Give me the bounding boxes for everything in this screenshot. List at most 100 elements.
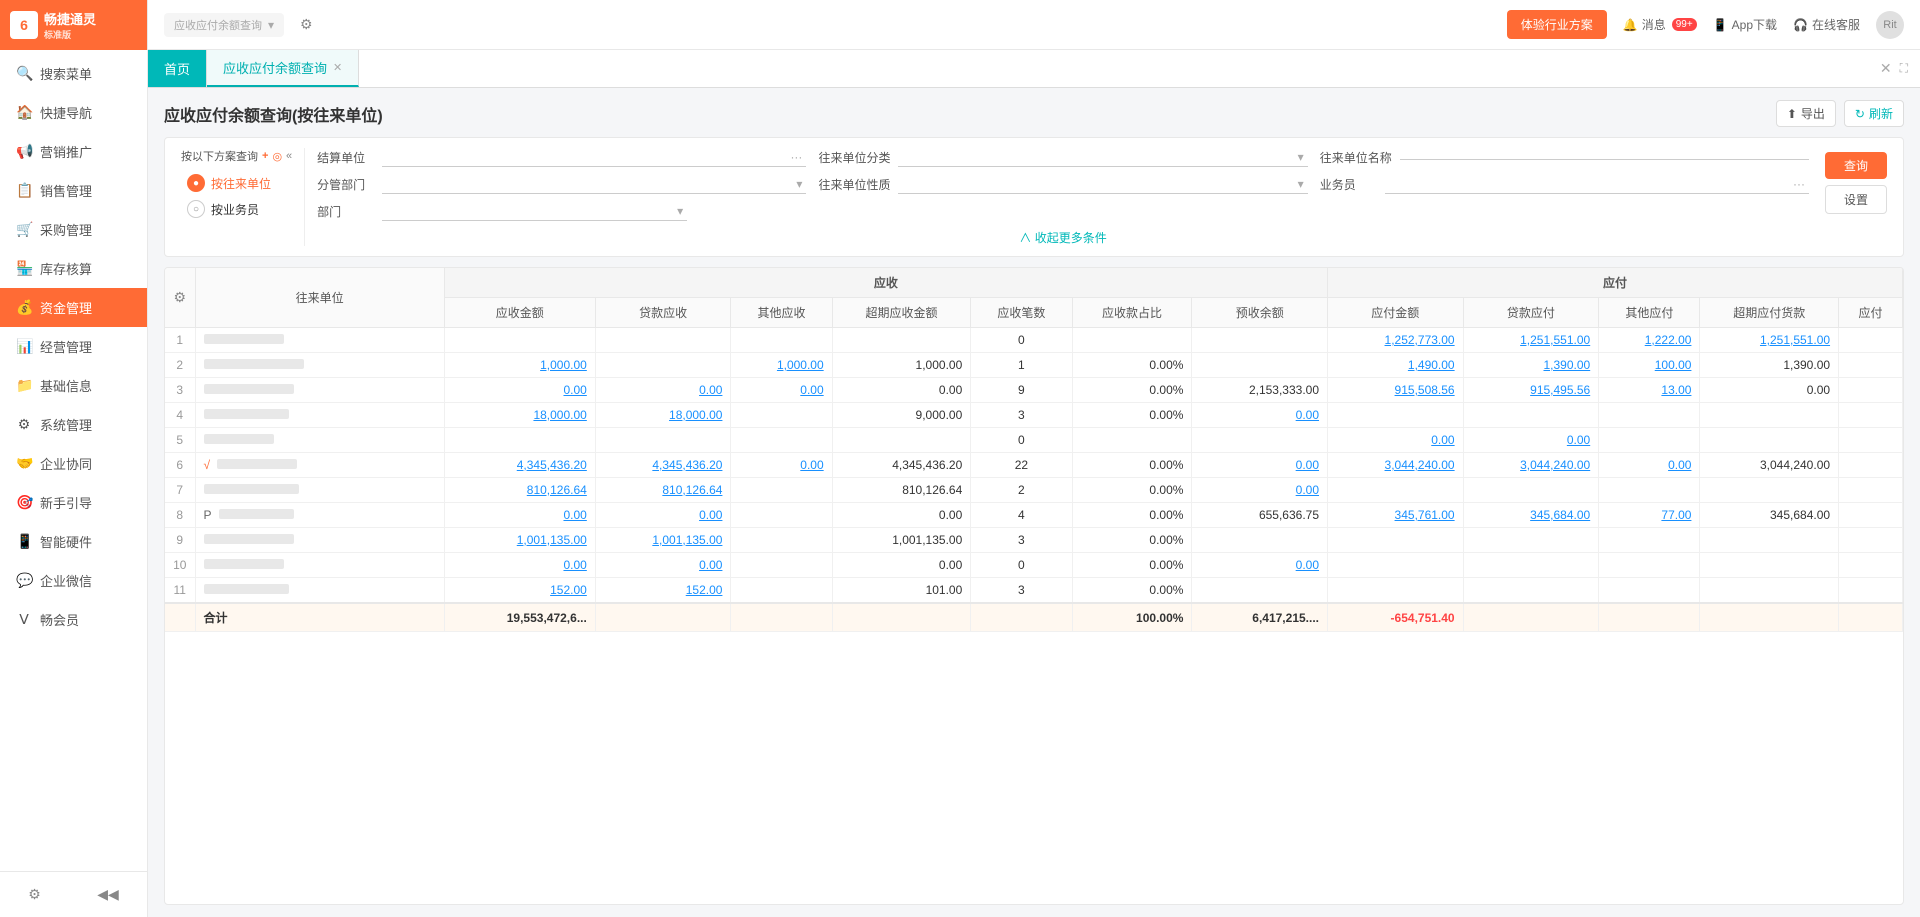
inventory-icon: 🏪 <box>16 260 32 277</box>
online-service-label: 在线客服 <box>1812 16 1860 33</box>
tab-home[interactable]: 首页 <box>148 50 207 87</box>
fenguan-arrow[interactable]: ▾ <box>796 177 802 191</box>
tab-close-icon[interactable]: ✕ <box>333 61 342 74</box>
notification-icon: 🔔 <box>1623 18 1638 32</box>
salesman-icon: ○ <box>187 200 205 218</box>
th-receivable-group: 应收 <box>444 268 1327 298</box>
sidebar-item-finance[interactable]: 💰 资金管理 <box>0 288 147 327</box>
sidebar-menu: 🔍 搜索菜单 🏠 快捷导航 📢 营销推广 📋 销售管理 🛒 采购管理 🏪 库存核… <box>0 50 147 871</box>
th-payable-group: 应付 <box>1328 268 1903 298</box>
sidebar-label-finance: 资金管理 <box>40 298 92 317</box>
user-name: Rit <box>1883 19 1896 31</box>
target-icon[interactable]: ◎ <box>272 150 282 163</box>
yewuyuan-dots[interactable]: ··· <box>1793 177 1805 191</box>
filter-section-label: 按以下方案查询 <box>181 148 258 164</box>
sidebar-item-member[interactable]: Ⅴ 畅会员 <box>0 600 147 639</box>
logo-version: 标准版 <box>44 28 96 41</box>
collapse-btn[interactable]: ∧ 收起更多条件 <box>1017 229 1108 247</box>
sidebar-item-inventory[interactable]: 🏪 库存核算 <box>0 249 147 288</box>
add-icon[interactable]: + <box>262 150 268 162</box>
th-ar-overdue: 超期应收金额 <box>832 298 971 328</box>
table-row: 2 1,000.00 1,000.00 1,000.00 1 0.00% 1,4… <box>165 353 1903 378</box>
table-row: 4 18,000.00 18,000.00 9,000.00 3 0.00% 0… <box>165 403 1903 428</box>
user-avatar[interactable]: Rit <box>1876 11 1904 39</box>
sidebar-label-quicknav: 快捷导航 <box>40 103 92 122</box>
online-service-btn[interactable]: 🎧 在线客服 <box>1793 16 1860 33</box>
sidebar-label-guide: 新手引导 <box>40 493 92 512</box>
sidebar-item-cooperation[interactable]: 🤝 企业协同 <box>0 444 147 483</box>
breadcrumb: 应收应付余额查询 ▾ ⚙ <box>164 13 1507 37</box>
table-container[interactable]: ⚙ 往来单位 应收 应付 应收金额 贷款应收 其他应收 超期应收金额 应收笔数 … <box>164 267 1904 905</box>
xingzhi-arrow[interactable]: ▾ <box>1298 177 1304 191</box>
wanglai-fenlei-arrow[interactable]: ▾ <box>1298 150 1304 164</box>
sidebar-collapse-btn[interactable]: ◀◀ <box>87 880 129 909</box>
main-content: 首页 应收应付余额查询 ✕ ✕ ⛶ 应收应付余额查询(按往来单位) ⬆ 导出 ↻… <box>148 50 1920 917</box>
sidebar-settings-btn[interactable]: ⚙ <box>18 880 51 909</box>
filter-wanglai-xingzhi: 往来单位性质 ▾ <box>818 175 1307 194</box>
sidebar-label-hardware: 智能硬件 <box>40 532 92 551</box>
refresh-icon: ↻ <box>1855 107 1865 121</box>
sidebar-label-member: 畅会员 <box>40 610 79 629</box>
refresh-btn[interactable]: ↻ 刷新 <box>1844 100 1904 127</box>
th-partner: 往来单位 <box>195 268 444 328</box>
logo-icon: 6 <box>10 11 38 39</box>
sidebar-item-search[interactable]: 🔍 搜索菜单 <box>0 54 147 93</box>
sidebar-item-basic[interactable]: 📁 基础信息 <box>0 366 147 405</box>
settings-icon[interactable]: ⚙ <box>173 289 186 305</box>
th-ar-count: 应收笔数 <box>971 298 1072 328</box>
tab-home-label: 首页 <box>164 59 190 78</box>
sidebar-item-marketing[interactable]: 📢 营销推广 <box>0 132 147 171</box>
query-type-partner-label: 按往来单位 <box>211 175 271 192</box>
sidebar-label-marketing: 营销推广 <box>40 142 92 161</box>
sidebar-item-wechat[interactable]: 💬 企业微信 <box>0 561 147 600</box>
sidebar-item-quicknav[interactable]: 🏠 快捷导航 <box>0 93 147 132</box>
sidebar-label-search: 搜索菜单 <box>40 64 92 83</box>
th-settings[interactable]: ⚙ <box>165 268 195 328</box>
bumen-arrow[interactable]: ▾ <box>677 204 683 218</box>
service-icon: 🎧 <box>1793 18 1808 32</box>
tab-bar: 首页 应收应付余额查询 ✕ ✕ ⛶ <box>148 50 1920 88</box>
notification-btn[interactable]: 🔔 消息 99+ <box>1623 16 1697 33</box>
cooperation-icon: 🤝 <box>16 455 32 472</box>
filter-bumen: 部门 ▾ <box>317 202 687 221</box>
guide-icon: 🎯 <box>16 494 32 511</box>
search-icon: 🔍 <box>16 65 32 82</box>
finance-icon: 💰 <box>16 299 32 316</box>
sidebar-item-guide[interactable]: 🎯 新手引导 <box>0 483 147 522</box>
sidebar-item-system[interactable]: ⚙ 系统管理 <box>0 405 147 444</box>
app-download-btn[interactable]: 📱 App下载 <box>1713 16 1777 33</box>
tab-arquery-label: 应收应付余额查询 <box>223 58 327 77</box>
export-btn[interactable]: ⬆ 导出 <box>1776 100 1836 127</box>
sidebar-item-sales[interactable]: 📋 销售管理 <box>0 171 147 210</box>
table-row: 11 152.00 152.00 101.00 3 0.00% <box>165 578 1903 604</box>
header-gear-icon[interactable]: ⚙ <box>300 16 313 33</box>
tab-maximize[interactable]: ⛶ <box>1900 61 1908 76</box>
table-row: 10 0.00 0.00 0.00 0 0.00% 0.00 <box>165 553 1903 578</box>
set-btn[interactable]: 设置 <box>1825 185 1887 214</box>
marketing-icon: 📢 <box>16 143 32 160</box>
jiesuan-dots[interactable]: ··· <box>790 150 802 164</box>
table-row: 5 0 0.00 0.00 <box>165 428 1903 453</box>
logo: 6 畅捷通灵 标准版 <box>0 0 147 50</box>
page-title-actions: ⬆ 导出 ↻ 刷新 <box>1776 100 1904 127</box>
sidebar-item-operations[interactable]: 📊 经营管理 <box>0 327 147 366</box>
breadcrumb-arrow[interactable]: ▾ <box>268 18 274 32</box>
trial-btn[interactable]: 体验行业方案 <box>1507 10 1607 39</box>
wechat-icon: 💬 <box>16 572 32 589</box>
sidebar-label-inventory: 库存核算 <box>40 259 92 278</box>
sidebar-item-purchase[interactable]: 🛒 采购管理 <box>0 210 147 249</box>
th-ap-extra: 应付 <box>1839 298 1903 328</box>
home-icon: 🏠 <box>16 104 32 121</box>
sidebar-item-hardware[interactable]: 📱 智能硬件 <box>0 522 147 561</box>
tab-arquery[interactable]: 应收应付余额查询 ✕ <box>207 50 359 87</box>
query-type-partner[interactable]: ● 按往来单位 <box>181 170 292 196</box>
hardware-icon: 📱 <box>16 533 32 550</box>
query-btn[interactable]: 查询 <box>1825 152 1887 179</box>
collapse-left-icon[interactable]: « <box>286 150 292 162</box>
table-row: 7 810,126.64 810,126.64 810,126.64 2 0.0… <box>165 478 1903 503</box>
table-row: 3 0.00 0.00 0.00 0.00 9 0.00% 2,153,333.… <box>165 378 1903 403</box>
tab-close-window[interactable]: ✕ <box>1880 60 1892 77</box>
filter-jiesuan: 结算单位 ··· <box>317 148 806 167</box>
query-type-salesman[interactable]: ○ 按业务员 <box>181 196 292 222</box>
page-content: 应收应付余额查询(按往来单位) ⬆ 导出 ↻ 刷新 按以下方案查询 <box>148 88 1920 917</box>
